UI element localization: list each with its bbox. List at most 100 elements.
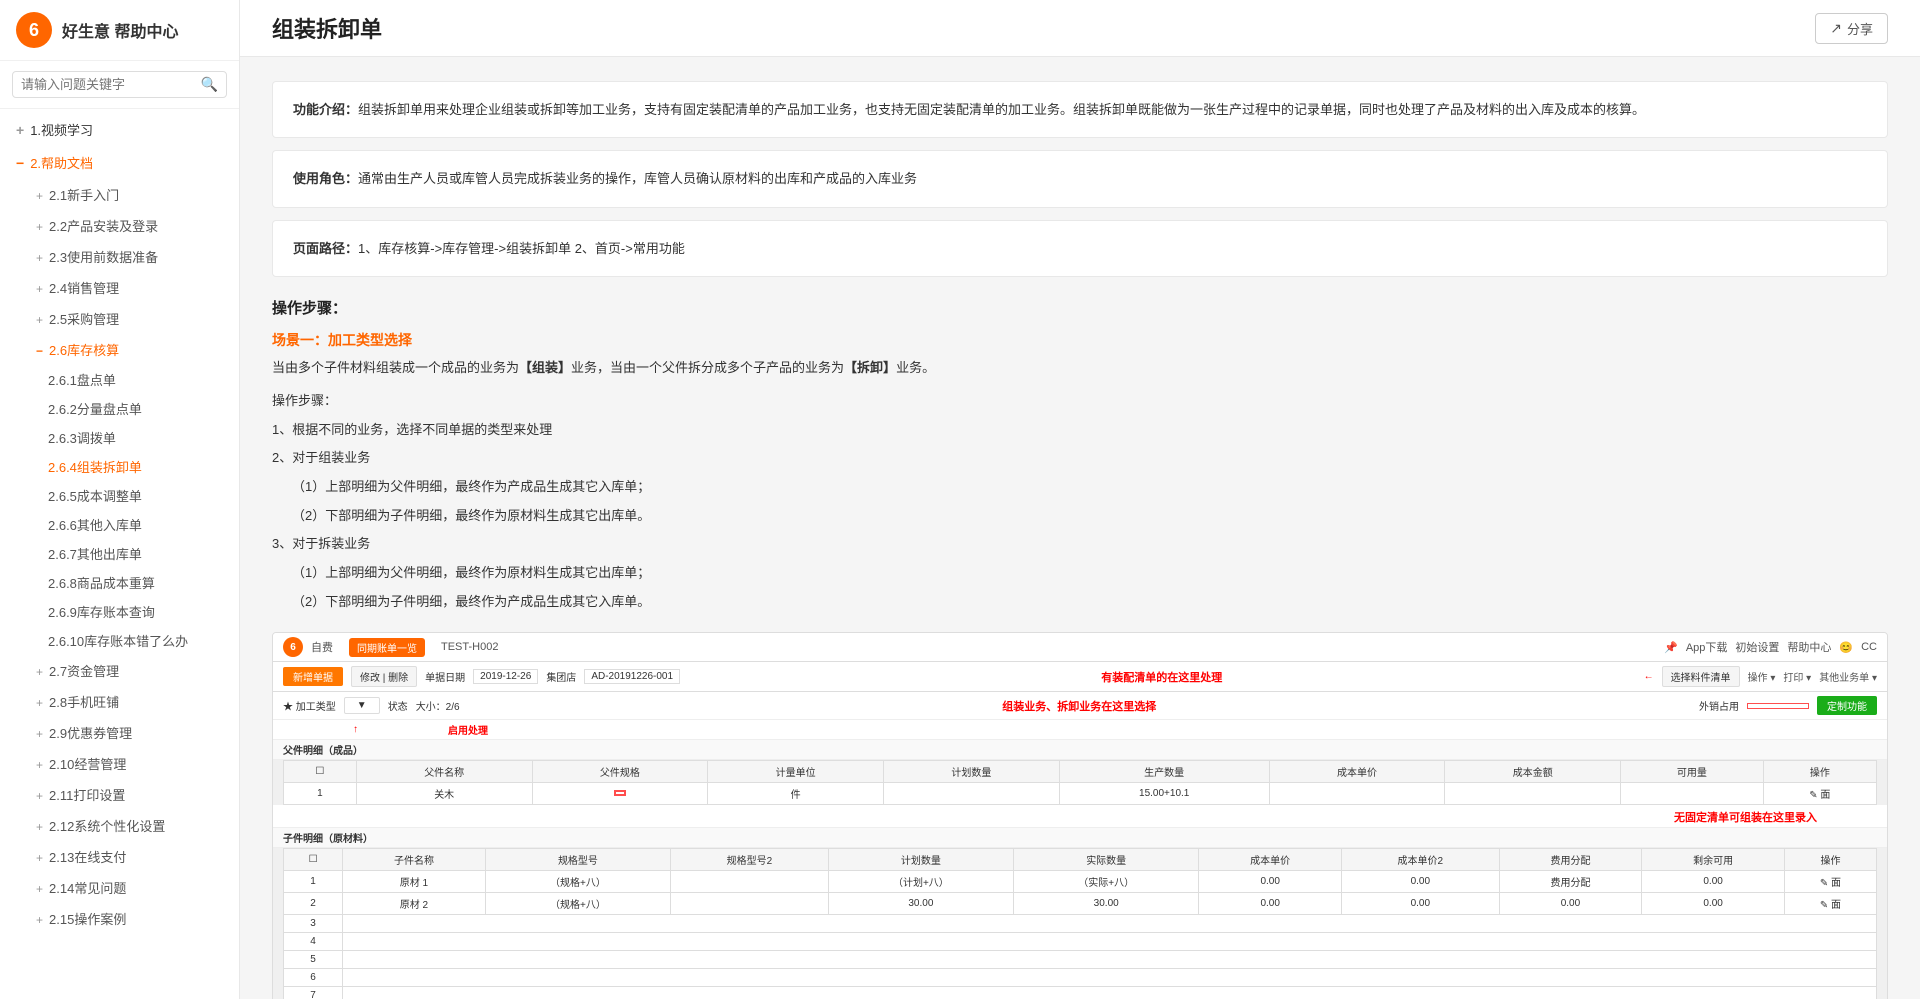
sim-th2-spec1: 规格型号 bbox=[485, 849, 670, 871]
sim-label-status: 状态 bbox=[388, 698, 408, 713]
sim-th-avail: 可用量 bbox=[1621, 761, 1764, 783]
sim-td2-7idx: 7 bbox=[284, 987, 343, 999]
sidebar-item-stock-take[interactable]: 2.6.1盘点单 bbox=[0, 365, 239, 394]
sidebar-item-assemble[interactable]: 2.6.4组装拆卸单 bbox=[0, 452, 239, 481]
sidebar-item-cost-adjust[interactable]: 2.6.5成本调整单 bbox=[0, 481, 239, 510]
sim-td2-rem: 0.00 bbox=[1642, 871, 1785, 893]
share-icon: ↗ bbox=[1830, 20, 1842, 37]
sim-td2-2actual: 30.00 bbox=[1014, 893, 1199, 915]
sim-nav-help: 初始设置 bbox=[1735, 639, 1779, 655]
sidebar-item-stock-error[interactable]: 2.6.10库存账本错了么办 bbox=[0, 626, 239, 655]
role-card: 使用角色：通常由生产人员或库管人员完成拆装业务的操作，库管人员确认原材料的出库和… bbox=[272, 150, 1888, 207]
sim-td2-1: 1 bbox=[284, 871, 343, 893]
sidebar-item-goods-cost[interactable]: 2.6.8商品成本重算 bbox=[0, 568, 239, 597]
sidebar-item-purchase[interactable]: +2.5采购管理 bbox=[0, 303, 239, 334]
sim-annotation-row: ↑ 启用处理 bbox=[273, 720, 1887, 740]
sim-btn-select-parts[interactable]: 选择料件清单 bbox=[1662, 666, 1740, 687]
sidebar-item-finance[interactable]: +2.7资金管理 bbox=[0, 655, 239, 686]
sim-topbar: 6 自费 同期账单一览 TEST-H002 📌 App下载 初始设置 帮助中心 … bbox=[273, 633, 1887, 662]
sub-item-label: 2.7资金管理 bbox=[49, 664, 119, 679]
search-wrap[interactable]: 🔍 bbox=[12, 71, 227, 98]
sidebar-header: 6 好生意 帮助中心 bbox=[0, 0, 239, 61]
step2-1: （1）上部明细为父件明细，最终作为产成品生成其它入库单； bbox=[272, 475, 1888, 500]
sidebar-item-sales[interactable]: +2.4销售管理 bbox=[0, 272, 239, 303]
sim-td2-cp2: 0.00 bbox=[1342, 871, 1500, 893]
sim-table-upper-label: 父件明细（成品） bbox=[273, 740, 1887, 760]
sidebar-item-inventory[interactable]: −2.6库存核算 bbox=[0, 334, 239, 365]
sidebar-item-other-in[interactable]: 2.6.6其他入库单 bbox=[0, 510, 239, 539]
sim-td2-2rem: 0.00 bbox=[1642, 893, 1785, 915]
logo-icon: 6 bbox=[16, 12, 52, 48]
sim-input-company[interactable] bbox=[1747, 703, 1809, 709]
sim-td2-2act: ✎ 面 bbox=[1784, 893, 1876, 915]
main-content: 组装拆卸单 ↗ 分享 功能介绍：组装拆卸单用来处理企业组装或拆卸等加工业务，支持… bbox=[240, 0, 1920, 999]
sim-td2-3empty bbox=[343, 915, 1877, 933]
sim-td2-2cp2: 0.00 bbox=[1342, 893, 1500, 915]
search-icon[interactable]: 🔍 bbox=[201, 76, 218, 93]
sidebar-item-operation[interactable]: +2.10经营管理 bbox=[0, 748, 239, 779]
sim-td-ca bbox=[1445, 783, 1621, 805]
expand-icon: + bbox=[16, 122, 24, 138]
sim-toolbar-row2: ★ 加工类型 ▼ 状态 大小：2/6 组装业务、拆卸业务在这里选择 外销占用 定… bbox=[273, 692, 1887, 720]
sim-th2-sel: ☐ bbox=[284, 849, 343, 871]
sim-th2-cp2: 成本单价2 bbox=[1342, 849, 1500, 871]
sidebar-item-mobile[interactable]: +2.8手机旺铺 bbox=[0, 686, 239, 717]
sim-td2-2idx: 2 bbox=[284, 893, 343, 915]
sim-td2-fee: 费用分配 bbox=[1499, 871, 1642, 893]
path-label: 页面路径： bbox=[293, 241, 358, 256]
sim-btn-new[interactable]: 新增单据 bbox=[283, 667, 343, 686]
sidebar-item-personalize[interactable]: +2.12系统个性化设置 bbox=[0, 810, 239, 841]
sidebar-item-help-doc[interactable]: − 2.帮助文档 bbox=[0, 146, 239, 179]
sim-arrow1: ← bbox=[1644, 671, 1654, 682]
sidebar-item-coupon[interactable]: +2.9优惠券管理 bbox=[0, 717, 239, 748]
function-intro-text: 组装拆卸单用来处理企业组装或拆卸等加工业务，支持有固定装配清单的产品加工业务，也… bbox=[358, 102, 1645, 117]
sim-td2-2sp2 bbox=[671, 893, 829, 915]
sub-item-label: 2.10经营管理 bbox=[49, 757, 126, 772]
sim-nav-apps: App下载 bbox=[1686, 639, 1728, 655]
sim-dropdown-type[interactable]: ▼ bbox=[344, 697, 380, 714]
sim-label-type: ★ 加工类型 bbox=[283, 698, 336, 713]
sim-td-act: ✎ 面 bbox=[1763, 783, 1876, 805]
sub-item-label: 2.1新手入门 bbox=[49, 188, 119, 203]
sidebar-item-newcomer[interactable]: +2.1新手入门 bbox=[0, 179, 239, 210]
sim-nav-right2: 打印 ▾ bbox=[1783, 669, 1811, 684]
sub-item-label: 2.6库存核算 bbox=[49, 343, 119, 358]
sidebar-item-cases[interactable]: +2.15操作案例 bbox=[0, 903, 239, 934]
sim-td-prod: 15.00+10.1 bbox=[1059, 783, 1269, 805]
sidebar-item-other-out[interactable]: 2.6.7其他出库单 bbox=[0, 539, 239, 568]
sim-td2-5idx: 5 bbox=[284, 951, 343, 969]
page-title: 组装拆卸单 bbox=[272, 12, 382, 44]
table-row: 6 bbox=[284, 969, 1877, 987]
sidebar-item-faq[interactable]: +2.14常见问题 bbox=[0, 872, 239, 903]
sim-topbar-id: TEST-H002 bbox=[441, 641, 498, 653]
sidebar-item-transfer[interactable]: 2.6.3调拨单 bbox=[0, 423, 239, 452]
sim-td2-5empty bbox=[343, 951, 1877, 969]
sim-btn-save[interactable]: 定制功能 bbox=[1817, 696, 1877, 715]
sidebar-item-stock-check[interactable]: 2.6.9库存账本查询 bbox=[0, 597, 239, 626]
sidebar-item-print[interactable]: +2.11打印设置 bbox=[0, 779, 239, 810]
step2: 2、对于组装业务 bbox=[272, 446, 1888, 471]
app-title: 好生意 帮助中心 bbox=[62, 18, 178, 42]
sim-th2-spec2: 规格型号2 bbox=[671, 849, 829, 871]
sim-td2-plan: （计划+八） bbox=[828, 871, 1013, 893]
sim-nav-right3: 其他业务单 ▾ bbox=[1819, 669, 1877, 684]
sim-td-fspec bbox=[532, 783, 708, 805]
step-label: 操作步骤： bbox=[272, 389, 1888, 414]
sim-upper-table: ☐ 父件名称 父件规格 计量单位 计划数量 生产数量 成本单价 成本金额 可用量… bbox=[283, 760, 1877, 805]
sim-td2-sp1: （规格+八） bbox=[485, 871, 670, 893]
search-input[interactable] bbox=[21, 77, 201, 92]
sidebar-item-label: 2.帮助文档 bbox=[30, 153, 93, 172]
sidebar-item-partial-take[interactable]: 2.6.2分量盘点单 bbox=[0, 394, 239, 423]
sim-td2-2fname: 原材 2 bbox=[343, 893, 486, 915]
sim-th2-plan: 计划数量 bbox=[828, 849, 1013, 871]
sim-td-plan bbox=[883, 783, 1059, 805]
sim-btn-edit[interactable]: 修改 | 删除 bbox=[351, 666, 417, 687]
sub-item-label: 2.9优惠券管理 bbox=[49, 726, 132, 741]
sim-td-cp bbox=[1269, 783, 1445, 805]
sidebar-item-prepare[interactable]: +2.3使用前数据准备 bbox=[0, 241, 239, 272]
sim-th-cost-amt: 成本金额 bbox=[1445, 761, 1621, 783]
sidebar-item-video[interactable]: + 1.视频学习 bbox=[0, 113, 239, 146]
sidebar-item-install[interactable]: +2.2产品安装及登录 bbox=[0, 210, 239, 241]
sidebar-item-online-pay[interactable]: +2.13在线支付 bbox=[0, 841, 239, 872]
share-button[interactable]: ↗ 分享 bbox=[1815, 13, 1888, 44]
